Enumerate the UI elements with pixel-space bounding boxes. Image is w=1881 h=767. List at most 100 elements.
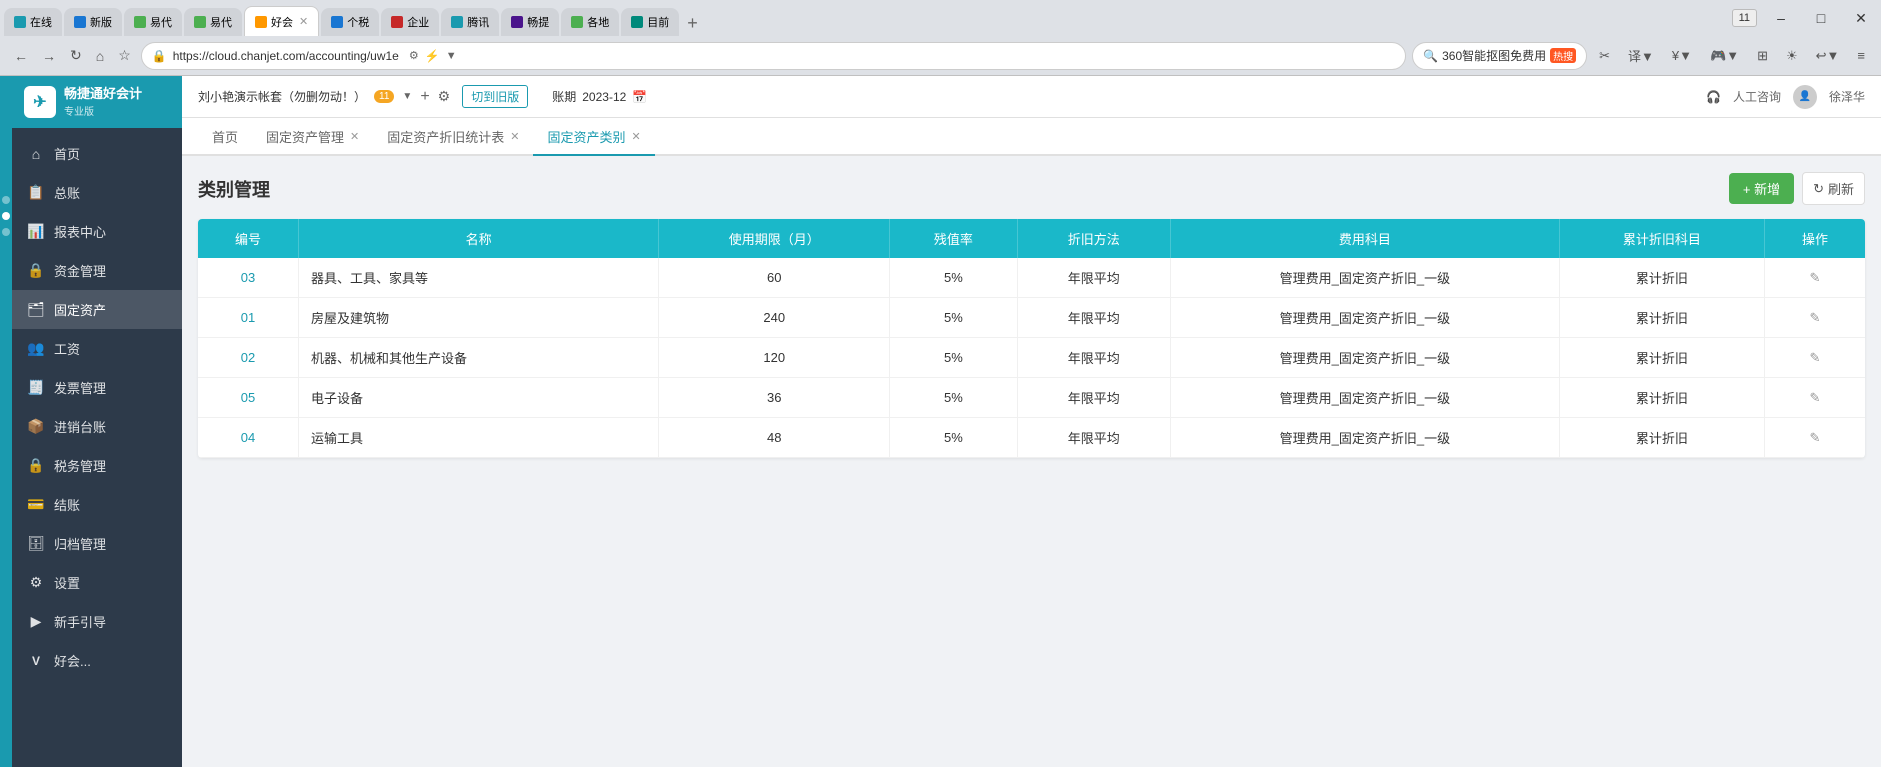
sidebar-item-label: 归档管理 <box>54 534 106 553</box>
row-expense: 管理费用_固定资产折旧_一级 <box>1170 378 1559 418</box>
settings-cog-button[interactable]: ⚙ <box>438 88 451 105</box>
edit-icon[interactable]: ✎ <box>1810 350 1821 365</box>
browser-tab-3[interactable]: 易代 <box>124 8 182 36</box>
page-tab-home[interactable]: 首页 <box>198 119 252 156</box>
tax-icon: 🔒 <box>28 458 44 474</box>
switch-old-version-button[interactable]: 切到旧版 <box>462 85 528 108</box>
sidebar-item-invoices[interactable]: 🧾 发票管理 <box>12 368 182 407</box>
sidebar-item-home[interactable]: ⌂ 首页 <box>12 134 182 173</box>
sidebar-item-archive[interactable]: 🗄 归档管理 <box>12 524 182 563</box>
row-action[interactable]: ✎ <box>1764 338 1865 378</box>
tab-close-icon[interactable]: ✕ <box>632 130 641 143</box>
inventory-icon: 📦 <box>28 419 44 435</box>
row-code[interactable]: 04 <box>198 418 299 458</box>
menu-button[interactable]: ≡ <box>1851 45 1871 66</box>
back-button[interactable]: ← <box>10 44 32 68</box>
edit-icon[interactable]: ✎ <box>1810 270 1821 285</box>
refresh-button[interactable]: ↻ 刷新 <box>1802 172 1865 205</box>
browser-tab-7[interactable]: 企业 <box>381 8 439 36</box>
sidebar-item-funds[interactable]: 🔒 资金管理 <box>12 251 182 290</box>
tab-label: 易代 <box>150 14 172 30</box>
add-button[interactable]: + 新增 <box>1729 173 1794 204</box>
col-method: 折旧方法 <box>1017 219 1170 258</box>
user-display-name: 徐泽华 <box>1829 88 1865 105</box>
browser-tab-2[interactable]: 新版 <box>64 8 122 36</box>
sidebar-item-tax[interactable]: 🔒 税务管理 <box>12 446 182 485</box>
table-row: 04 运输工具 48 5% 年限平均 管理费用_固定资产折旧_一级 累计折旧 ✎ <box>198 418 1865 458</box>
tab-label: 新版 <box>90 14 112 30</box>
new-tab-button[interactable]: + <box>681 12 704 34</box>
row-action[interactable]: ✎ <box>1764 298 1865 338</box>
close-button[interactable]: ✕ <box>1841 0 1881 36</box>
col-action: 操作 <box>1764 219 1865 258</box>
add-company-button[interactable]: + <box>420 88 429 106</box>
calendar-icon[interactable]: 📅 <box>632 90 647 104</box>
col-code: 编号 <box>198 219 299 258</box>
browser-tab-6[interactable]: 个税 <box>321 8 379 36</box>
address-url: https://cloud.chanjet.com/accounting/uw1… <box>173 49 399 63</box>
forward-button[interactable]: → <box>38 44 60 68</box>
browser-tab-5[interactable]: 好会 ✕ <box>244 6 319 36</box>
maximize-button[interactable]: □ <box>1801 0 1841 36</box>
browser-tab-10[interactable]: 各地 <box>561 8 619 36</box>
game-button[interactable]: 🎮▼ <box>1704 45 1745 67</box>
sidebar-item-fixed-assets[interactable]: 🗂 固定资产 <box>12 290 182 329</box>
sidebar-item-inventory[interactable]: 📦 进销台账 <box>12 407 182 446</box>
sidebar-item-guide[interactable]: ▶ 新手引导 <box>12 602 182 641</box>
brightness-button[interactable]: ☀ <box>1780 45 1804 67</box>
reload-button[interactable]: ↻ <box>66 43 86 68</box>
cut-button[interactable]: ✂ <box>1593 45 1616 67</box>
sidebar-item-payroll[interactable]: 👥 工资 <box>12 329 182 368</box>
sidebar-item-ledger[interactable]: 📋 总账 <box>12 173 182 212</box>
sidebar-item-settlement[interactable]: 💳 结账 <box>12 485 182 524</box>
row-expense: 管理费用_固定资产折旧_一级 <box>1170 298 1559 338</box>
dropdown-arrow-icon[interactable]: ▼ <box>446 50 457 62</box>
row-action[interactable]: ✎ <box>1764 258 1865 298</box>
browser-tab-9[interactable]: 畅提 <box>501 8 559 36</box>
wallet-button[interactable]: ¥▼ <box>1666 45 1698 66</box>
row-code[interactable]: 02 <box>198 338 299 378</box>
sidebar-item-more[interactable]: V 好会... <box>12 641 182 680</box>
invoices-icon: 🧾 <box>28 380 44 396</box>
browser-tab-1[interactable]: 在线 <box>4 8 62 36</box>
search-label: 360智能抠图免费用 <box>1442 47 1546 64</box>
tab-close-icon[interactable]: ✕ <box>299 15 308 28</box>
tab-close-icon[interactable]: ✕ <box>510 130 519 143</box>
browser-tab-11[interactable]: 目前 <box>621 8 679 36</box>
sidebar-item-reports[interactable]: 📊 报表中心 <box>12 212 182 251</box>
browser-tab-4[interactable]: 易代 <box>184 8 242 36</box>
edit-icon[interactable]: ✎ <box>1810 310 1821 325</box>
row-code[interactable]: 05 <box>198 378 299 418</box>
translate-button[interactable]: 译▼ <box>1622 43 1660 68</box>
left-accent-strip <box>0 76 12 767</box>
row-life: 48 <box>659 418 890 458</box>
undo-button[interactable]: ↩▼ <box>1810 45 1846 67</box>
browser-tab-8[interactable]: 腾讯 <box>441 8 499 36</box>
address-bar[interactable]: 🔒 https://cloud.chanjet.com/accounting/u… <box>141 42 1406 70</box>
row-action[interactable]: ✎ <box>1764 418 1865 458</box>
sidebar-item-settings[interactable]: ⚙ 设置 <box>12 563 182 602</box>
service-label[interactable]: 人工咨询 <box>1733 88 1781 105</box>
row-code[interactable]: 01 <box>198 298 299 338</box>
row-life: 120 <box>659 338 890 378</box>
main-content: 刘小艳演示帐套（勿删勿动！） 11 ▼ + ⚙ 切到旧版 账期 2023-12 … <box>182 76 1881 767</box>
grid-button[interactable]: ⊞ <box>1751 45 1774 67</box>
edit-icon[interactable]: ✎ <box>1810 430 1821 445</box>
tab-count-badge: 11 <box>1732 9 1757 27</box>
page-tab-depreciation[interactable]: 固定资产折旧统计表 ✕ <box>373 119 533 156</box>
minimize-button[interactable]: – <box>1761 0 1801 36</box>
payroll-icon: 👥 <box>28 341 44 357</box>
row-code[interactable]: 03 <box>198 258 299 298</box>
tab-close-icon[interactable]: ✕ <box>350 130 359 143</box>
sidebar-item-label: 结账 <box>54 495 80 514</box>
period-value: 2023-12 <box>582 90 626 104</box>
bookmark-button[interactable]: ☆ <box>114 43 135 68</box>
home-button[interactable]: ⌂ <box>92 44 108 68</box>
tab-label: 首页 <box>212 127 238 146</box>
edit-icon[interactable]: ✎ <box>1810 390 1821 405</box>
page-tab-fixed-asset-mgmt[interactable]: 固定资产管理 ✕ <box>252 119 373 156</box>
dropdown-arrow-icon[interactable]: ▼ <box>402 91 412 102</box>
row-action[interactable]: ✎ <box>1764 378 1865 418</box>
page-tab-asset-category[interactable]: 固定资产类别 ✕ <box>533 119 654 156</box>
search-bar[interactable]: 🔍 360智能抠图免费用 热搜 <box>1412 42 1587 70</box>
